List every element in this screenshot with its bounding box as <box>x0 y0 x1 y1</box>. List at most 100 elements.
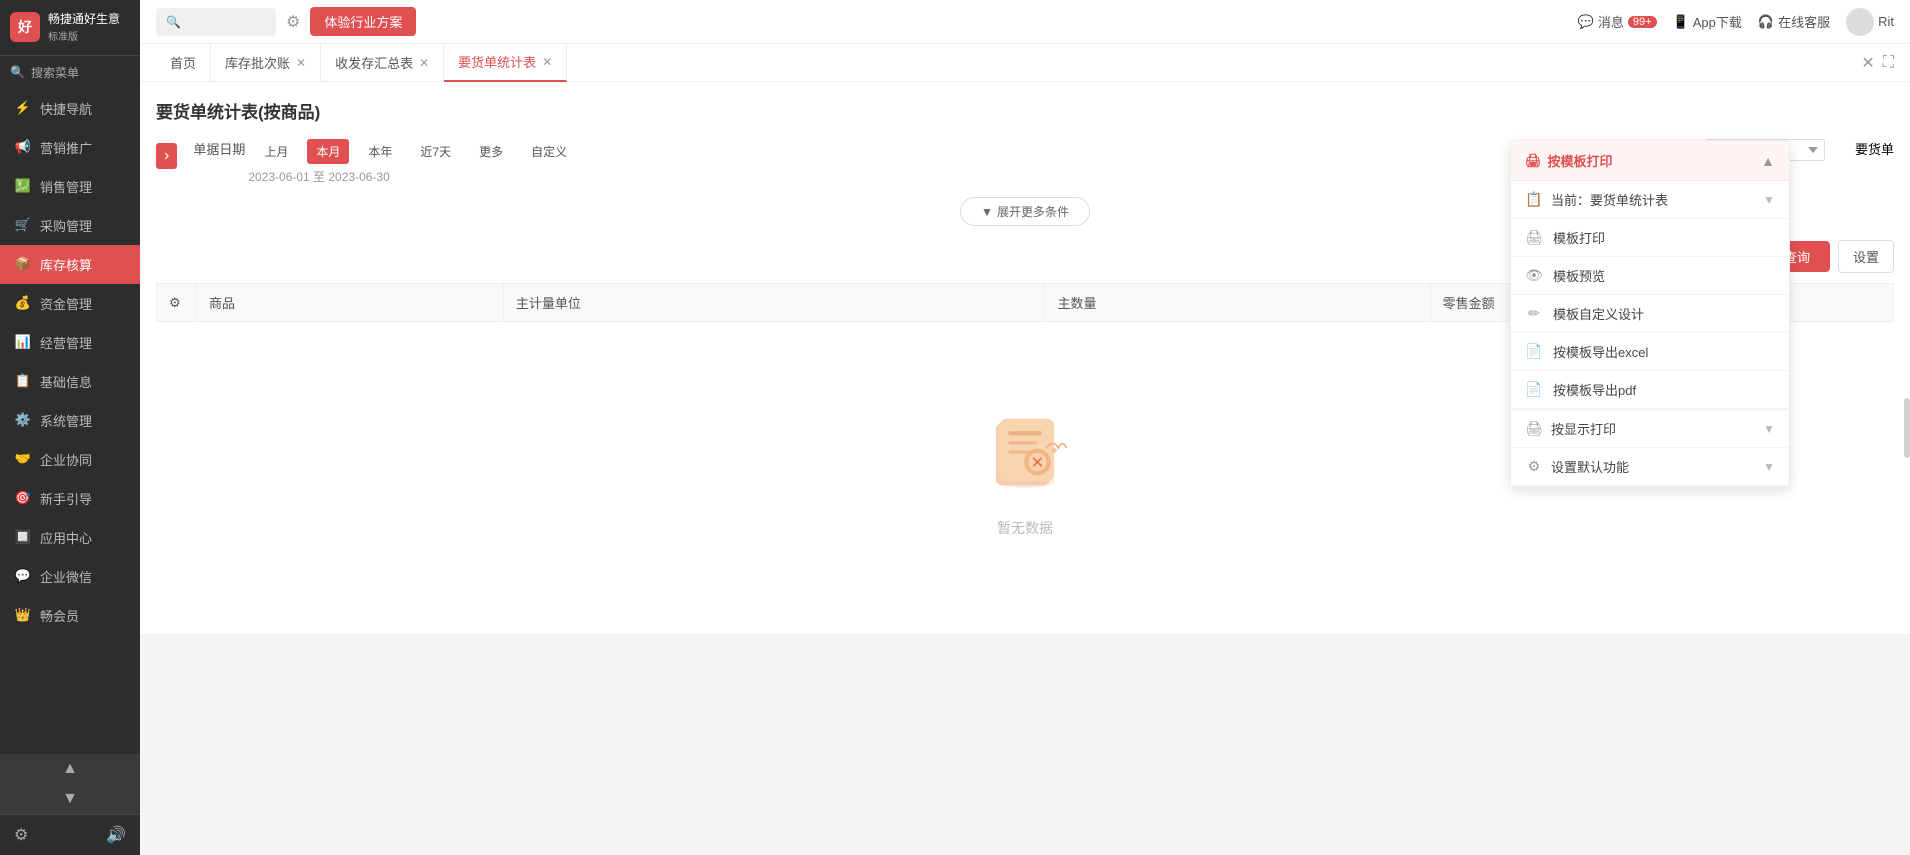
date-label: 单据日期 <box>193 139 245 158</box>
sidebar-logo: 好 畅捷通好生意 标准版 <box>0 0 140 56</box>
sidebar-search[interactable]: 🔍 搜索菜单 <box>0 56 140 89</box>
sidebar-item-sales[interactable]: 💹 销售管理 <box>0 167 140 206</box>
dropdown-template-preview[interactable]: 👁 模板预览 <box>1511 257 1789 295</box>
tab-order-stat[interactable]: 要货单统计表 ✕ <box>444 44 567 82</box>
sidebar-item-label: 畅会员 <box>40 606 79 625</box>
sidebar-item-basic[interactable]: 📋 基础信息 <box>0 362 140 401</box>
date-btn-this-year[interactable]: 本年 <box>359 139 401 164</box>
tab-close-batch[interactable]: ✕ <box>296 56 306 70</box>
col-gear[interactable]: ⚙ <box>157 284 197 322</box>
inventory-icon: 📦 <box>14 256 32 272</box>
template-design-label: 模板自定义设计 <box>1553 304 1644 323</box>
dropdown-template-design[interactable]: ✏ 模板自定义设计 <box>1511 295 1789 333</box>
sidebar-item-wechat[interactable]: 💬 企业微信 <box>0 557 140 596</box>
current-template-label: 当前：要货单统计表 <box>1551 190 1668 209</box>
sidebar-item-quick-nav[interactable]: ⚡ 快捷导航 <box>0 89 140 128</box>
col-unit: 主计量单位 <box>503 284 1045 322</box>
sidebar-item-corp[interactable]: 🤝 企业协同 <box>0 440 140 479</box>
topbar-search-icon: 🔍 <box>166 15 181 29</box>
settings-icon[interactable]: ⚙ <box>14 825 28 845</box>
sidebar-item-member[interactable]: 👑 畅会员 <box>0 596 140 635</box>
tab-maximize-icon[interactable]: ⛶ <box>1883 54 1894 72</box>
sidebar-item-label: 资金管理 <box>40 294 92 313</box>
tab-close-order[interactable]: ✕ <box>542 55 552 69</box>
app-name: 畅捷通好生意 <box>48 12 120 28</box>
tab-batch-account[interactable]: 库存批次账 ✕ <box>211 44 321 82</box>
date-btn-last-month[interactable]: 上月 <box>255 139 297 164</box>
wechat-icon: 💬 <box>14 568 32 584</box>
user-name: Rit <box>1878 14 1894 29</box>
online-service-label: 在线客服 <box>1778 12 1830 31</box>
sidebar-item-inventory[interactable]: 📦 库存核算 <box>0 245 140 284</box>
sidebar-bottom: ⚙ 🔊 <box>0 814 140 855</box>
display-print-label: 按显示打印 <box>1551 419 1616 438</box>
expand-more-btn[interactable]: ▼ 展开更多条件 <box>960 197 1090 226</box>
search-label: 搜索菜单 <box>31 64 79 81</box>
service-icon: 🎧 <box>1758 14 1774 30</box>
user-profile[interactable]: Rit <box>1846 8 1894 36</box>
trial-button[interactable]: 体验行业方案 <box>310 7 416 36</box>
default-func-label: 设置默认功能 <box>1551 457 1629 476</box>
dropdown-default-func[interactable]: ⚙ 设置默认功能 ▼ <box>1511 448 1789 486</box>
date-btn-custom[interactable]: 自定义 <box>522 139 576 164</box>
system-icon: ⚙️ <box>14 412 32 428</box>
sidebar-item-guide[interactable]: 🎯 新手引导 <box>0 479 140 518</box>
sidebar-item-operation[interactable]: 📊 经营管理 <box>0 323 140 362</box>
dropdown-template-export-pdf[interactable]: 📄 按模板导出pdf <box>1511 371 1789 409</box>
purchase-icon: 🛒 <box>14 217 32 233</box>
dropdown-template-print[interactable]: 🖨 模板打印 <box>1511 219 1789 257</box>
sidebar-item-label: 营销推广 <box>40 138 92 157</box>
topbar-search-box[interactable]: 🔍 <box>156 8 276 36</box>
dropdown-current-template[interactable]: 📋 当前：要货单统计表 ▼ <box>1511 181 1789 219</box>
filter-expand-icon[interactable]: › <box>156 143 177 169</box>
sidebar-item-label: 采购管理 <box>40 216 92 235</box>
col-goods: 商品 <box>197 284 504 322</box>
dropdown-header-right: ▲ <box>1761 153 1775 169</box>
template-preview-icon: 👁 <box>1525 267 1543 284</box>
sidebar-item-purchase[interactable]: 🛒 采购管理 <box>0 206 140 245</box>
settings-button[interactable]: 设置 <box>1838 240 1894 273</box>
topbar-gear-icon[interactable]: ⚙ <box>286 12 300 32</box>
app-download-item[interactable]: 📱 App下载 <box>1673 12 1742 31</box>
online-service-item[interactable]: 🎧 在线客服 <box>1758 12 1830 31</box>
sidebar-item-label: 企业微信 <box>40 567 92 586</box>
default-func-icon: ⚙ <box>1525 458 1543 475</box>
app-download-label: App下载 <box>1693 12 1742 31</box>
appstore-icon: 🔲 <box>14 529 32 545</box>
sidebar-item-marketing[interactable]: 📢 营销推广 <box>0 128 140 167</box>
default-func-arrow: ▼ <box>1763 460 1775 474</box>
sidebar-item-label: 企业协同 <box>40 450 92 469</box>
messages-item[interactable]: 💬 消息 99+ <box>1578 12 1657 31</box>
tab-close-collection[interactable]: ✕ <box>419 56 429 70</box>
tabbar: 首页 库存批次账 ✕ 收发存汇总表 ✕ 要货单统计表 ✕ ✕ ⛶ <box>140 44 1910 82</box>
date-btn-7days[interactable]: 近7天 <box>411 139 460 164</box>
sound-icon[interactable]: 🔊 <box>106 825 126 845</box>
sidebar-scroll-up[interactable]: ▼ <box>0 784 140 814</box>
tab-close-all-icon[interactable]: ✕ <box>1861 53 1874 73</box>
date-btn-this-month[interactable]: 本月 <box>307 139 349 164</box>
empty-text: 暂无数据 <box>997 518 1053 538</box>
export-pdf-label: 按模板导出pdf <box>1553 380 1636 399</box>
logo-text-group: 畅捷通好生意 标准版 <box>48 12 120 43</box>
sidebar-item-label: 快捷导航 <box>40 99 92 118</box>
scrollbar-thumb[interactable] <box>1904 398 1910 458</box>
export-pdf-icon: 📄 <box>1525 381 1543 398</box>
guide-icon: 🎯 <box>14 490 32 506</box>
tab-home[interactable]: 首页 <box>156 44 211 82</box>
sidebar-item-system[interactable]: ⚙️ 系统管理 <box>0 401 140 440</box>
sidebar-item-appstore[interactable]: 🔲 应用中心 <box>0 518 140 557</box>
user-avatar <box>1846 8 1874 36</box>
sidebar: 好 畅捷通好生意 标准版 🔍 搜索菜单 ⚡ 快捷导航 📢 营销推广 💹 销售管理… <box>0 0 140 855</box>
sidebar-item-label: 系统管理 <box>40 411 92 430</box>
sales-icon: 💹 <box>14 178 32 194</box>
dropdown-template-export-excel[interactable]: 📄 按模板导出excel <box>1511 333 1789 371</box>
dropdown-display-print[interactable]: 🖨 按显示打印 ▼ <box>1511 410 1789 448</box>
sidebar-scroll-down[interactable]: ▲ <box>0 754 140 784</box>
logo-icon: 好 <box>10 12 40 42</box>
date-btn-more[interactable]: 更多 <box>470 139 512 164</box>
sidebar-item-label: 应用中心 <box>40 528 92 547</box>
sidebar-item-finance[interactable]: 💰 资金管理 <box>0 284 140 323</box>
tab-actions: ✕ ⛶ <box>1861 53 1894 73</box>
dropdown-up-icon[interactable]: ▲ <box>1761 153 1775 169</box>
tab-collection-summary[interactable]: 收发存汇总表 ✕ <box>321 44 444 82</box>
